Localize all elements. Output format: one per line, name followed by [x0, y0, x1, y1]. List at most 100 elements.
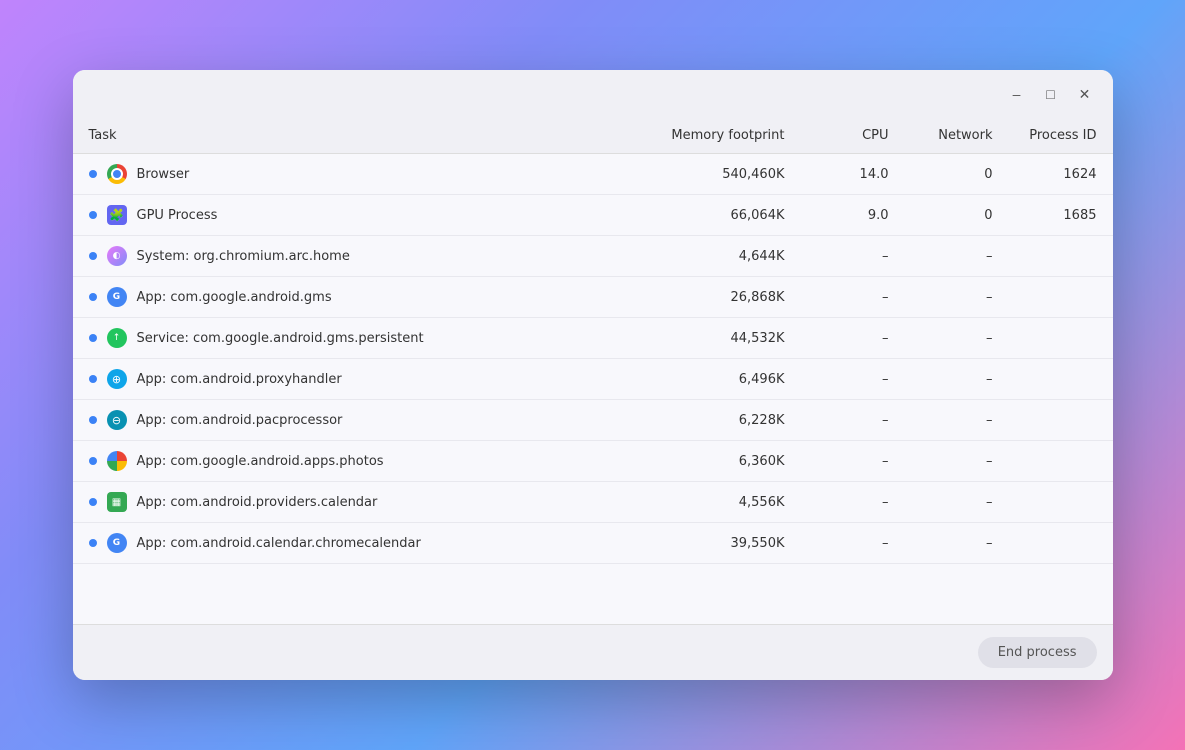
- network-cell: –: [905, 400, 1009, 441]
- pid-cell: [1009, 441, 1113, 482]
- column-header-task[interactable]: Task: [73, 118, 645, 154]
- memory-cell: 39,550K: [645, 523, 801, 564]
- table-row[interactable]: App: com.google.android.apps.photos 6,36…: [73, 441, 1113, 482]
- process-name: System: org.chromium.arc.home: [137, 249, 350, 264]
- column-header-network[interactable]: Network: [905, 118, 1009, 154]
- process-name: App: com.android.proxyhandler: [137, 372, 342, 387]
- process-name: App: com.android.calendar.chromecalendar: [137, 536, 421, 551]
- memory-cell: 6,228K: [645, 400, 801, 441]
- maximize-button[interactable]: □: [1037, 80, 1065, 108]
- pid-cell: [1009, 277, 1113, 318]
- task-name-cell: Browser: [73, 154, 645, 195]
- pid-cell: 1685: [1009, 195, 1113, 236]
- gms-icon: G: [107, 287, 127, 307]
- pid-cell: [1009, 236, 1113, 277]
- table-row[interactable]: G App: com.google.android.gms 26,868K – …: [73, 277, 1113, 318]
- memory-cell: 26,868K: [645, 277, 801, 318]
- minimize-button[interactable]: –: [1003, 80, 1031, 108]
- memory-cell: 4,644K: [645, 236, 801, 277]
- table-header-row: Task Memory footprint CPU Network Proces…: [73, 118, 1113, 154]
- memory-cell: 540,460K: [645, 154, 801, 195]
- task-name-cell: ⊖ App: com.android.pacprocessor: [73, 400, 645, 441]
- cpu-cell: –: [801, 441, 905, 482]
- service-icon: ↑: [107, 328, 127, 348]
- network-cell: –: [905, 441, 1009, 482]
- pid-cell: 1624: [1009, 154, 1113, 195]
- cpu-cell: –: [801, 482, 905, 523]
- status-dot: [89, 375, 97, 383]
- arc-icon: ◐: [107, 246, 127, 266]
- task-name-cell: ⊕ App: com.android.proxyhandler: [73, 359, 645, 400]
- pac-icon: ⊖: [107, 410, 127, 430]
- status-dot: [89, 457, 97, 465]
- network-cell: 0: [905, 195, 1009, 236]
- process-name: App: com.google.android.apps.photos: [137, 454, 384, 469]
- status-dot: [89, 293, 97, 301]
- close-button[interactable]: ✕: [1071, 80, 1099, 108]
- table-row[interactable]: ▦ App: com.android.providers.calendar 4,…: [73, 482, 1113, 523]
- table-row[interactable]: ◐ System: org.chromium.arc.home 4,644K –…: [73, 236, 1113, 277]
- network-cell: –: [905, 277, 1009, 318]
- status-dot: [89, 211, 97, 219]
- cpu-cell: –: [801, 318, 905, 359]
- task-manager-window: – □ ✕ Task Memory footprint CPU Network …: [73, 70, 1113, 680]
- task-name-cell: 🧩 GPU Process: [73, 195, 645, 236]
- task-name-cell: App: com.google.android.apps.photos: [73, 441, 645, 482]
- column-header-cpu[interactable]: CPU: [801, 118, 905, 154]
- table-row[interactable]: 🧩 GPU Process 66,064K 9.0 0 1685: [73, 195, 1113, 236]
- status-dot: [89, 170, 97, 178]
- table-row[interactable]: ↑ Service: com.google.android.gms.persis…: [73, 318, 1113, 359]
- cpu-cell: –: [801, 359, 905, 400]
- puzzle-icon: 🧩: [107, 205, 127, 225]
- task-name-cell: G App: com.google.android.gms: [73, 277, 645, 318]
- network-cell: –: [905, 523, 1009, 564]
- title-bar: – □ ✕: [73, 70, 1113, 118]
- network-cell: –: [905, 359, 1009, 400]
- process-name: App: com.android.providers.calendar: [137, 495, 378, 510]
- task-name-cell: ◐ System: org.chromium.arc.home: [73, 236, 645, 277]
- network-cell: –: [905, 236, 1009, 277]
- status-dot: [89, 252, 97, 260]
- pid-cell: [1009, 400, 1113, 441]
- cpu-cell: –: [801, 523, 905, 564]
- network-cell: 0: [905, 154, 1009, 195]
- status-dot: [89, 498, 97, 506]
- table-row[interactable]: ⊕ App: com.android.proxyhandler 6,496K –…: [73, 359, 1113, 400]
- task-name-cell: ↑ Service: com.google.android.gms.persis…: [73, 318, 645, 359]
- cpu-cell: –: [801, 400, 905, 441]
- network-cell: –: [905, 482, 1009, 523]
- table-row[interactable]: G App: com.android.calendar.chromecalend…: [73, 523, 1113, 564]
- cpu-cell: 14.0: [801, 154, 905, 195]
- cpu-cell: –: [801, 277, 905, 318]
- memory-cell: 6,360K: [645, 441, 801, 482]
- process-name: App: com.google.android.gms: [137, 290, 332, 305]
- network-cell: –: [905, 318, 1009, 359]
- table-row[interactable]: Browser 540,460K 14.0 0 1624: [73, 154, 1113, 195]
- status-dot: [89, 334, 97, 342]
- process-name: Browser: [137, 167, 190, 182]
- process-name: GPU Process: [137, 208, 218, 223]
- process-name: Service: com.google.android.gms.persiste…: [137, 331, 424, 346]
- photos-icon: [107, 451, 127, 471]
- task-name-cell: G App: com.android.calendar.chromecalend…: [73, 523, 645, 564]
- gms-icon: G: [107, 533, 127, 553]
- calendar-icon: ▦: [107, 492, 127, 512]
- bottom-bar: End process: [73, 624, 1113, 680]
- chrome-icon: [107, 164, 127, 184]
- pid-cell: [1009, 359, 1113, 400]
- cpu-cell: 9.0: [801, 195, 905, 236]
- cpu-cell: –: [801, 236, 905, 277]
- pid-cell: [1009, 318, 1113, 359]
- task-name-cell: ▦ App: com.android.providers.calendar: [73, 482, 645, 523]
- status-dot: [89, 416, 97, 424]
- proxy-icon: ⊕: [107, 369, 127, 389]
- memory-cell: 6,496K: [645, 359, 801, 400]
- table-row[interactable]: ⊖ App: com.android.pacprocessor 6,228K –…: [73, 400, 1113, 441]
- end-process-button[interactable]: End process: [978, 637, 1097, 668]
- memory-cell: 44,532K: [645, 318, 801, 359]
- column-header-pid[interactable]: Process ID: [1009, 118, 1113, 154]
- process-name: App: com.android.pacprocessor: [137, 413, 343, 428]
- pid-cell: [1009, 482, 1113, 523]
- pid-cell: [1009, 523, 1113, 564]
- column-header-memory[interactable]: Memory footprint: [645, 118, 801, 154]
